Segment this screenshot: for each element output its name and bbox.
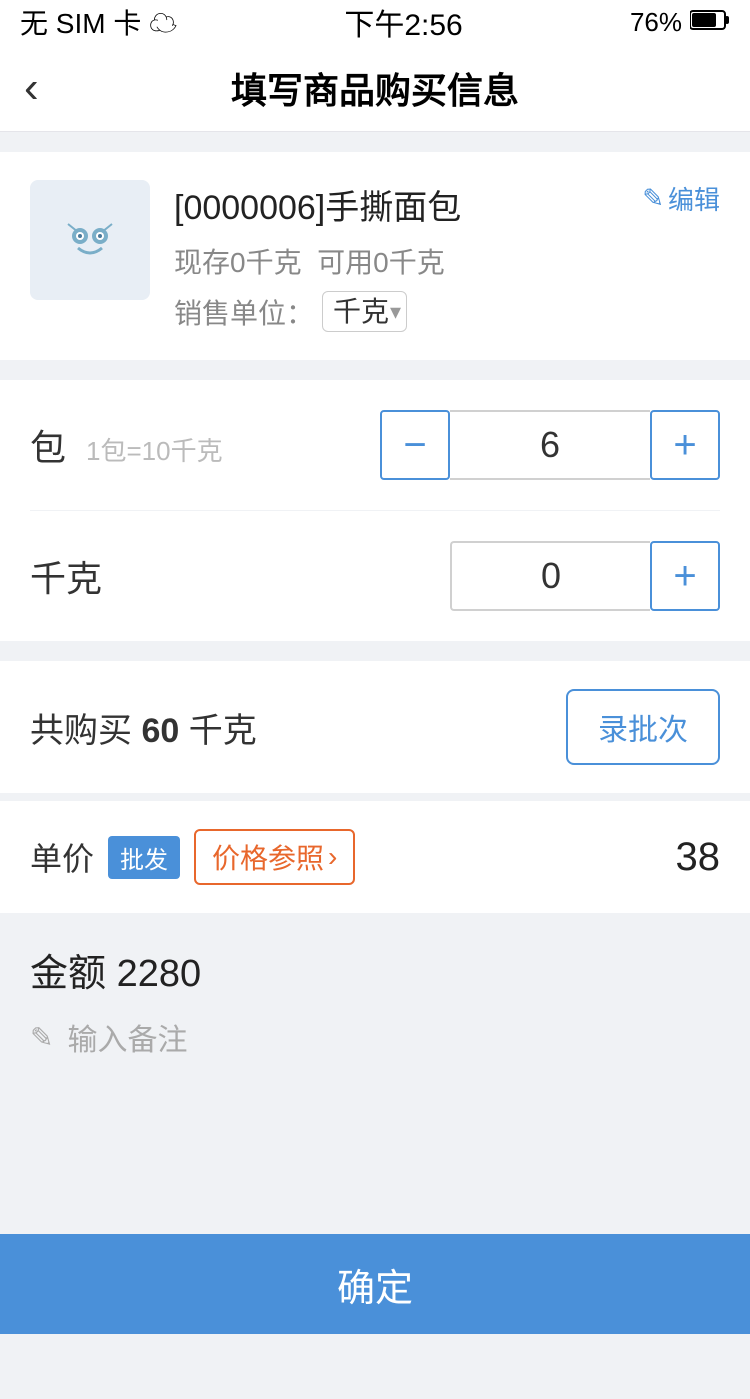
status-bar: 无 SIM 卡 ☁ 下午2:56 76%: [0, 0, 750, 44]
quantity-hint-bao: 1包=10千克: [86, 436, 223, 466]
edit-icon: ✎: [642, 183, 664, 214]
amount-section: 金额 2280 ✎ 输入备注: [0, 914, 750, 1079]
battery-icon: [690, 7, 730, 38]
sim-status: 无 SIM 卡 ☁: [20, 2, 177, 42]
quantity-row-bao: 包 1包=10千克 − +: [30, 380, 720, 511]
price-section: 单价 批发 价格参照 › 38: [0, 801, 750, 914]
amount-value: 2280: [117, 953, 202, 995]
quantity-label-kg: 千克: [30, 550, 450, 602]
confirm-button[interactable]: 确定: [0, 1234, 750, 1334]
product-image: [30, 180, 150, 300]
edit-button[interactable]: ✎ 编辑: [642, 180, 720, 217]
plus-button-bao[interactable]: +: [650, 410, 720, 480]
price-tag: 批发: [108, 836, 180, 879]
total-section: 共购买 60 千克 录批次: [0, 661, 750, 801]
quantity-input-bao[interactable]: [450, 410, 650, 480]
batch-button[interactable]: 录批次: [566, 689, 720, 765]
minus-button-bao[interactable]: −: [380, 410, 450, 480]
quantity-label-bao: 包 1包=10千克: [30, 419, 380, 471]
page-title: 填写商品购买信息: [231, 62, 519, 114]
product-card: [0000006]手撕面包 ✎ 编辑 现存0千克 可用0千克 销售单位： 千克: [0, 152, 750, 360]
quantity-controls-bao: − +: [380, 410, 720, 480]
note-row[interactable]: ✎ 输入备注: [30, 1015, 720, 1079]
total-text: 共购买 60 千克: [30, 703, 257, 752]
status-time: 下午2:56: [344, 0, 462, 44]
price-ref-label: 价格参照: [212, 837, 324, 877]
product-name: [0000006]手撕面包: [174, 180, 461, 229]
unit-select[interactable]: 千克: [322, 291, 407, 332]
note-icon: ✎: [30, 1021, 53, 1054]
back-button[interactable]: ‹: [24, 63, 39, 113]
product-stock: 现存0千克 可用0千克: [174, 241, 720, 281]
quantity-row-kg: 千克 +: [30, 511, 720, 641]
price-ref-button[interactable]: 价格参照 ›: [194, 829, 355, 885]
edit-label: 编辑: [668, 180, 720, 217]
price-value: 38: [676, 835, 721, 880]
product-info: [0000006]手撕面包 ✎ 编辑 现存0千克 可用0千克 销售单位： 千克: [174, 180, 720, 332]
quantity-controls-kg: +: [450, 541, 720, 611]
battery-level: 76%: [630, 7, 682, 38]
product-unit: 销售单位： 千克: [174, 291, 720, 332]
status-left: 无 SIM 卡 ☁: [20, 2, 177, 42]
quantity-input-kg[interactable]: [450, 541, 650, 611]
note-placeholder: 输入备注: [67, 1015, 187, 1059]
amount-row: 金额 2280: [30, 942, 720, 997]
quantity-section: 包 1包=10千克 − + 千克 +: [0, 380, 750, 641]
total-value: 60: [141, 712, 188, 750]
status-right: 76%: [630, 7, 730, 38]
unit-select-wrap[interactable]: 千克: [322, 291, 407, 332]
plus-button-kg[interactable]: +: [650, 541, 720, 611]
price-label: 单价: [30, 834, 94, 880]
nav-bar: ‹ 填写商品购买信息: [0, 44, 750, 132]
price-ref-icon: ›: [328, 841, 337, 873]
